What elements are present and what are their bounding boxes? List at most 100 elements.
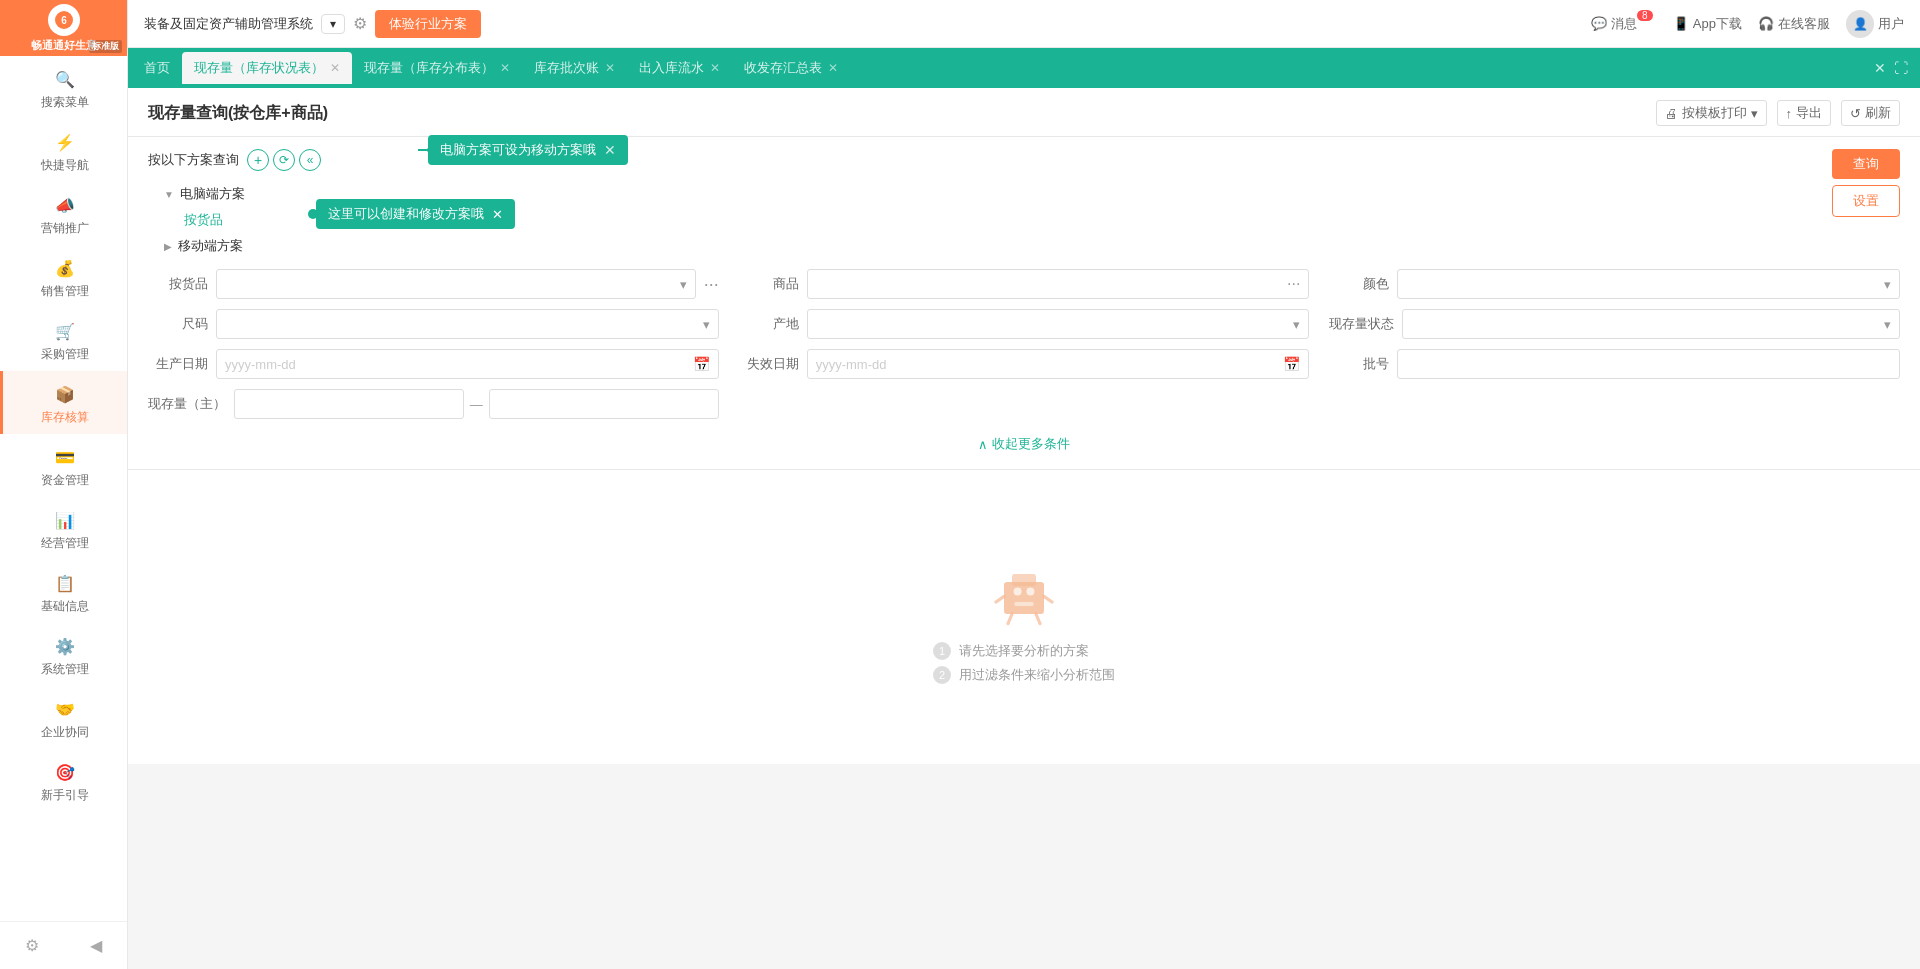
back-scheme-btn[interactable]: « bbox=[299, 149, 321, 171]
sidebar-item-purchase[interactable]: 🛒 采购管理 bbox=[0, 308, 127, 371]
batch-input[interactable] bbox=[1397, 349, 1900, 379]
export-label: 导出 bbox=[1796, 104, 1822, 122]
phone-icon: 📱 bbox=[1673, 16, 1689, 31]
sidebar-item-inventory[interactable]: 📦 库存核算 bbox=[0, 371, 127, 434]
message-item[interactable]: 💬 消息 8 bbox=[1591, 15, 1657, 33]
sidebar-item-quicknav[interactable]: ⚡ 快捷导航 bbox=[0, 119, 127, 182]
filter-size: 尺码 ▾ bbox=[148, 309, 719, 339]
scheme-desktop[interactable]: ▼ 电脑端方案 bbox=[164, 181, 245, 207]
sidebar-item-search[interactable]: 🔍 搜索菜单 bbox=[0, 56, 127, 119]
sidebar: 6 畅通通好生意 标准版 🔍 搜索菜单 ⚡ 快捷导航 📣 营销推广 💰 销售管理… bbox=[0, 0, 128, 969]
exp-date-input[interactable]: yyyy-mm-dd 📅 bbox=[807, 349, 1310, 379]
stock-range-dash: — bbox=[470, 397, 483, 412]
sidebar-nav: 🔍 搜索菜单 ⚡ 快捷导航 📣 营销推广 💰 销售管理 🛒 采购管理 📦 库存核… bbox=[0, 56, 127, 921]
export-btn[interactable]: ↑ 导出 bbox=[1777, 100, 1832, 126]
search-btn[interactable]: 查询 bbox=[1832, 149, 1900, 179]
tab-inventory-dist[interactable]: 现存量（库存分布表） ✕ bbox=[352, 52, 522, 84]
tab-home[interactable]: 首页 bbox=[132, 52, 182, 84]
scheme-mobile[interactable]: ▶ 移动端方案 bbox=[164, 233, 245, 259]
close-tab-inventory-status[interactable]: ✕ bbox=[330, 61, 340, 75]
tab-receive-summary[interactable]: 收发存汇总表 ✕ bbox=[732, 52, 850, 84]
tooltip1-container: 电脑方案可设为移动方案哦 ✕ bbox=[418, 145, 435, 155]
filter-label: 按以下方案查询 bbox=[148, 151, 239, 169]
tooltip2-close-btn[interactable]: ✕ bbox=[492, 207, 503, 222]
stock-main-min[interactable] bbox=[234, 389, 464, 419]
app-download-item[interactable]: 📱 App下载 bbox=[1673, 15, 1742, 33]
edit-scheme-btn[interactable]: ⟳ bbox=[273, 149, 295, 171]
origin-select[interactable]: ▾ bbox=[807, 309, 1310, 339]
tooltip1-close-btn[interactable]: ✕ bbox=[604, 142, 616, 158]
tooltip2: 这里可以创建和修改方案哦 ✕ bbox=[316, 199, 515, 229]
sidebar-item-enterprise[interactable]: 🤝 企业协同 bbox=[0, 686, 127, 749]
filter-warehouse: 按货品 ▾ ··· bbox=[148, 269, 719, 299]
mfg-date-input[interactable]: yyyy-mm-dd 📅 bbox=[216, 349, 719, 379]
filter-area: 按以下方案查询 + ⟳ « 电脑方案可设为移动方案哦 ✕ bbox=[128, 137, 1920, 470]
tab-close-all-icon[interactable]: ✕ bbox=[1874, 60, 1886, 76]
close-tab-inventory-batch[interactable]: ✕ bbox=[605, 61, 615, 75]
empty-illustration bbox=[984, 550, 1064, 630]
refresh-btn[interactable]: ↺ 刷新 bbox=[1841, 100, 1900, 126]
system-selector[interactable]: ▾ bbox=[321, 14, 345, 34]
logo-text: 畅通通好生意 bbox=[31, 38, 97, 53]
print-btn[interactable]: 🖨 按模板打印 ▾ bbox=[1656, 100, 1767, 126]
exp-date-placeholder: yyyy-mm-dd bbox=[816, 357, 887, 372]
filter-goods: 商品 ··· bbox=[739, 269, 1310, 299]
sidebar-label-guide: 新手引导 bbox=[41, 787, 89, 804]
add-scheme-btn[interactable]: + bbox=[247, 149, 269, 171]
online-service-item[interactable]: 🎧 在线客服 bbox=[1758, 15, 1830, 33]
svg-point-5 bbox=[1026, 588, 1034, 596]
collapse-label: 收起更多条件 bbox=[992, 435, 1070, 453]
topbar: 装备及固定资产辅助管理系统 ▾ ⚙ 体验行业方案 💬 消息 8 📱 App下载 … bbox=[128, 0, 1920, 48]
mfg-calendar-icon: 📅 bbox=[693, 356, 710, 372]
filter-label-row: 按以下方案查询 + ⟳ « 电脑方案可设为移动方案哦 ✕ bbox=[148, 149, 1900, 171]
sidebar-item-basic[interactable]: 📋 基础信息 bbox=[0, 560, 127, 623]
warehouse-dots[interactable]: ··· bbox=[704, 274, 719, 295]
size-label: 尺码 bbox=[148, 315, 208, 333]
color-select[interactable]: ▾ bbox=[1397, 269, 1900, 299]
page-header: 现存量查询(按仓库+商品) 🖨 按模板打印 ▾ ↑ 导出 ↺ 刷新 bbox=[128, 88, 1920, 137]
goods-dots[interactable]: ··· bbox=[1287, 275, 1300, 293]
stock-main-max[interactable] bbox=[489, 389, 719, 419]
sidebar-item-guide[interactable]: 🎯 新手引导 bbox=[0, 749, 127, 812]
close-tab-inout-flow[interactable]: ✕ bbox=[710, 61, 720, 75]
collapse-btn[interactable]: ∧ 收起更多条件 bbox=[148, 429, 1900, 453]
tab-inventory-batch[interactable]: 库存批次账 ✕ bbox=[522, 52, 627, 84]
sidebar-label-system: 系统管理 bbox=[41, 661, 89, 678]
main-area: 装备及固定资产辅助管理系统 ▾ ⚙ 体验行业方案 💬 消息 8 📱 App下载 … bbox=[128, 0, 1920, 969]
search-icon: 🔍 bbox=[54, 68, 76, 90]
sidebar-item-sales[interactable]: 💰 销售管理 bbox=[0, 245, 127, 308]
enterprise-icon: 🤝 bbox=[54, 698, 76, 720]
marketing-icon: 📣 bbox=[54, 194, 76, 216]
filter-row1: 按货品 ▾ ··· 商品 ··· bbox=[148, 269, 1900, 299]
close-tab-receive-summary[interactable]: ✕ bbox=[828, 61, 838, 75]
inventory-icon: 📦 bbox=[54, 383, 76, 405]
svg-rect-6 bbox=[1014, 602, 1033, 606]
tab-inout-flow[interactable]: 出入库流水 ✕ bbox=[627, 52, 732, 84]
settings-gear-icon[interactable]: ⚙ bbox=[353, 14, 367, 33]
stock-status-select[interactable]: ▾ bbox=[1402, 309, 1900, 339]
tooltip2-text: 这里可以创建和修改方案哦 bbox=[328, 205, 484, 223]
size-select[interactable]: ▾ bbox=[216, 309, 719, 339]
collapse-icon[interactable]: ◀ bbox=[86, 932, 106, 959]
user-item[interactable]: 👤 用户 bbox=[1846, 10, 1904, 38]
action-btn[interactable]: 体验行业方案 bbox=[375, 10, 481, 38]
goods-select[interactable]: ··· bbox=[807, 269, 1310, 299]
refresh-label: 刷新 bbox=[1865, 104, 1891, 122]
sidebar-item-finance[interactable]: 💳 资金管理 bbox=[0, 434, 127, 497]
reset-btn[interactable]: 设置 bbox=[1832, 185, 1900, 217]
tab-inventory-status[interactable]: 现存量（库存状况表） ✕ bbox=[182, 52, 352, 84]
inout-flow-tab-label: 出入库流水 bbox=[639, 59, 704, 77]
scheme-goods[interactable]: 按货品 bbox=[164, 207, 245, 233]
filter-origin: 产地 ▾ bbox=[739, 309, 1310, 339]
close-tab-inventory-dist[interactable]: ✕ bbox=[500, 61, 510, 75]
warehouse-select[interactable]: ▾ bbox=[216, 269, 696, 299]
sidebar-item-marketing[interactable]: 📣 营销推广 bbox=[0, 182, 127, 245]
sidebar-item-system[interactable]: ⚙️ 系统管理 bbox=[0, 623, 127, 686]
content-area: 现存量查询(按仓库+商品) 🖨 按模板打印 ▾ ↑ 导出 ↺ 刷新 bbox=[128, 88, 1920, 969]
settings-icon[interactable]: ⚙ bbox=[21, 932, 43, 959]
basic-icon: 📋 bbox=[54, 572, 76, 594]
svg-line-7 bbox=[996, 596, 1004, 602]
operation-icon: 📊 bbox=[54, 509, 76, 531]
tab-maximize-icon[interactable]: ⛶ bbox=[1894, 60, 1908, 76]
sidebar-item-operation[interactable]: 📊 经营管理 bbox=[0, 497, 127, 560]
